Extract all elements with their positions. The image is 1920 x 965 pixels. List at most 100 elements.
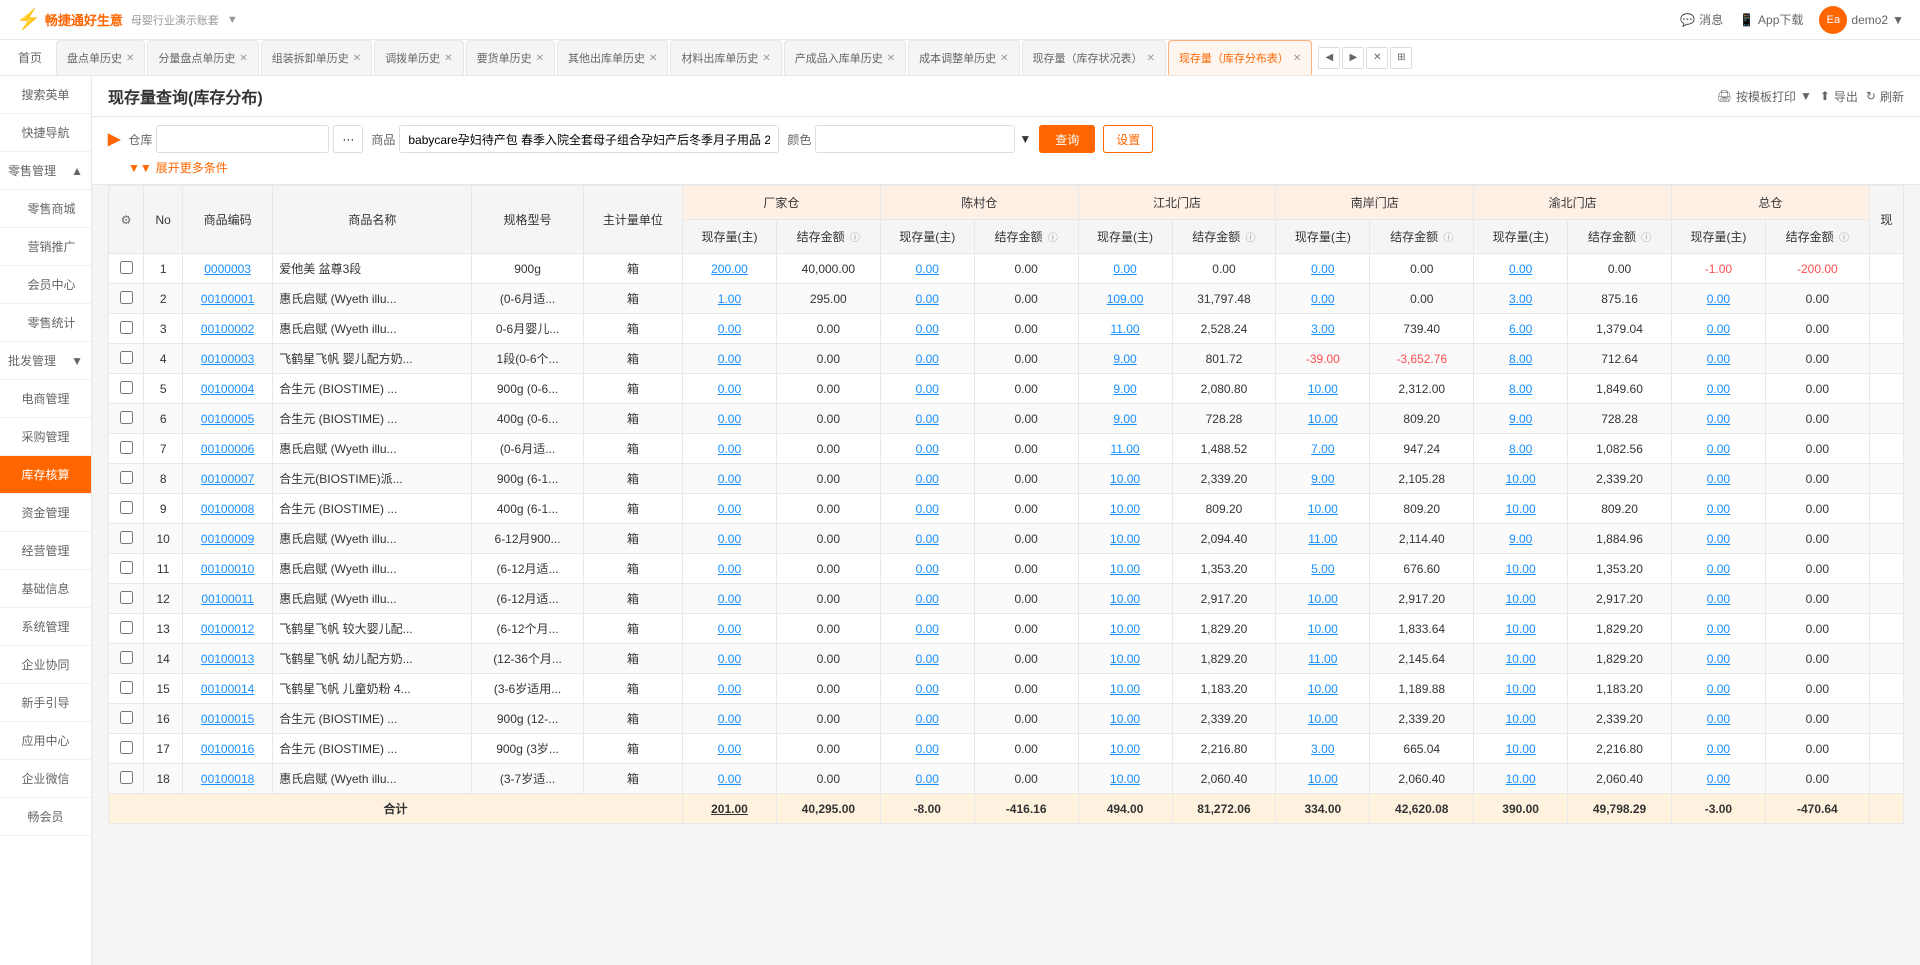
sidebar-item-wecom[interactable]: 企业微信 xyxy=(0,760,91,798)
row-select-checkbox[interactable] xyxy=(120,681,133,694)
close-icon[interactable]: ✕ xyxy=(536,53,544,64)
row-checkbox[interactable] xyxy=(109,734,144,764)
row-total-stock[interactable]: 0.00 xyxy=(1671,524,1765,554)
row-total-stock[interactable]: -1.00 xyxy=(1671,254,1765,284)
row-total-stock[interactable]: 0.00 xyxy=(1671,734,1765,764)
code-link[interactable]: 00100007 xyxy=(201,472,254,486)
user-info[interactable]: Ea demo2 ▼ xyxy=(1819,6,1904,34)
tab-stock-dist[interactable]: 现存量（库存分布表） ✕ xyxy=(1168,40,1312,76)
row-factory-stock[interactable]: 0.00 xyxy=(683,554,777,584)
row-jiangbei-stock[interactable]: 10.00 xyxy=(1078,524,1172,554)
row-chenma-stock[interactable]: 0.00 xyxy=(880,494,974,524)
row-nanan-stock[interactable]: 10.00 xyxy=(1276,704,1370,734)
row-chenma-stock[interactable]: 0.00 xyxy=(880,584,974,614)
row-nanan-stock[interactable]: 3.00 xyxy=(1276,314,1370,344)
row-select-checkbox[interactable] xyxy=(120,771,133,784)
row-nanan-stock[interactable]: 5.00 xyxy=(1276,554,1370,584)
query-button[interactable]: 查询 xyxy=(1039,125,1095,153)
total-amt-info-icon[interactable]: ⓘ xyxy=(1839,233,1849,244)
jiangbei-amt-info-icon[interactable]: ⓘ xyxy=(1246,233,1256,244)
code-link[interactable]: 00100013 xyxy=(201,652,254,666)
row-factory-stock[interactable]: 0.00 xyxy=(683,434,777,464)
row-checkbox[interactable] xyxy=(109,524,144,554)
row-checkbox[interactable] xyxy=(109,674,144,704)
footer-jiangbei-stock[interactable]: 494.00 xyxy=(1078,794,1172,824)
close-icon[interactable]: ✕ xyxy=(649,53,657,64)
row-factory-stock[interactable]: 0.00 xyxy=(683,674,777,704)
row-total-stock[interactable]: 0.00 xyxy=(1671,554,1765,584)
row-nanan-stock[interactable]: 11.00 xyxy=(1276,644,1370,674)
sidebar-item-newguide[interactable]: 新手引导 xyxy=(0,684,91,722)
sidebar-item-finance[interactable]: 资金管理 xyxy=(0,494,91,532)
message-btn[interactable]: 💬 消息 xyxy=(1680,11,1723,28)
tab-requisition-history[interactable]: 要货单历史 ✕ xyxy=(466,40,555,76)
tab-material-out[interactable]: 材料出库单历史 ✕ xyxy=(670,40,781,76)
tab-other-out[interactable]: 其他出库单历史 ✕ xyxy=(557,40,668,76)
print-btn[interactable]: 🖨 按模板打印 ▼ xyxy=(1717,88,1812,105)
row-jiangbei-stock[interactable]: 0.00 xyxy=(1078,254,1172,284)
row-yubeibei-stock[interactable]: 6.00 xyxy=(1474,314,1568,344)
row-select-checkbox[interactable] xyxy=(120,381,133,394)
sidebar-item-system[interactable]: 系统管理 xyxy=(0,608,91,646)
sidebar-item-operations[interactable]: 经营管理 xyxy=(0,532,91,570)
row-checkbox[interactable] xyxy=(109,314,144,344)
row-checkbox[interactable] xyxy=(109,554,144,584)
row-chenma-stock[interactable]: 0.00 xyxy=(880,704,974,734)
row-nanan-stock[interactable]: 0.00 xyxy=(1276,284,1370,314)
row-chenma-stock[interactable]: 0.00 xyxy=(880,374,974,404)
close-icon[interactable]: ✕ xyxy=(239,53,247,64)
row-yubeibei-stock[interactable]: 8.00 xyxy=(1474,374,1568,404)
warehouse-input[interactable] xyxy=(156,125,329,153)
row-select-checkbox[interactable] xyxy=(120,711,133,724)
row-factory-stock[interactable]: 0.00 xyxy=(683,614,777,644)
tab-split-history[interactable]: 分量盘点单历史 ✕ xyxy=(147,40,258,76)
row-select-checkbox[interactable] xyxy=(120,321,133,334)
row-total-stock[interactable]: 0.00 xyxy=(1671,704,1765,734)
row-chenma-stock[interactable]: 0.00 xyxy=(880,614,974,644)
row-select-checkbox[interactable] xyxy=(120,411,133,424)
row-total-stock[interactable]: 0.00 xyxy=(1671,344,1765,374)
row-checkbox[interactable] xyxy=(109,404,144,434)
row-nanan-stock[interactable]: 0.00 xyxy=(1276,254,1370,284)
row-yubeibei-stock[interactable]: 10.00 xyxy=(1474,704,1568,734)
row-total-stock[interactable]: 0.00 xyxy=(1671,374,1765,404)
row-yubeibei-stock[interactable]: 0.00 xyxy=(1474,254,1568,284)
row-factory-stock[interactable]: 0.00 xyxy=(683,344,777,374)
row-chenma-stock[interactable]: 0.00 xyxy=(880,644,974,674)
row-nanan-stock[interactable]: 10.00 xyxy=(1276,584,1370,614)
sidebar-item-appcenter[interactable]: 应用中心 xyxy=(0,722,91,760)
tab-cost-adjust[interactable]: 成本调整单历史 ✕ xyxy=(908,40,1019,76)
code-link[interactable]: 00100009 xyxy=(201,532,254,546)
row-checkbox[interactable] xyxy=(109,704,144,734)
row-yubeibei-stock[interactable]: 10.00 xyxy=(1474,644,1568,674)
tab-stock-status[interactable]: 现存量（库存状况表） ✕ xyxy=(1022,40,1166,76)
row-factory-stock[interactable]: 200.00 xyxy=(683,254,777,284)
row-checkbox[interactable] xyxy=(109,344,144,374)
row-nanan-stock[interactable]: 3.00 xyxy=(1276,734,1370,764)
tab-next-btn[interactable]: ▶ xyxy=(1342,47,1364,69)
sidebar-item-inventory[interactable]: 库存核算 xyxy=(0,456,91,494)
row-nanan-stock[interactable]: 10.00 xyxy=(1276,614,1370,644)
yubeibei-amt-info-icon[interactable]: ⓘ xyxy=(1641,233,1651,244)
sidebar-item-marketing[interactable]: 营销推广 xyxy=(0,228,91,266)
code-link[interactable]: 00100016 xyxy=(201,742,254,756)
row-jiangbei-stock[interactable]: 10.00 xyxy=(1078,644,1172,674)
close-icon[interactable]: ✕ xyxy=(126,53,134,64)
row-jiangbei-stock[interactable]: 10.00 xyxy=(1078,584,1172,614)
row-checkbox[interactable] xyxy=(109,764,144,794)
row-yubeibei-stock[interactable]: 3.00 xyxy=(1474,284,1568,314)
factory-amt-info-icon[interactable]: ⓘ xyxy=(850,233,860,244)
row-checkbox[interactable] xyxy=(109,644,144,674)
row-factory-stock[interactable]: 0.00 xyxy=(683,764,777,794)
row-checkbox[interactable] xyxy=(109,584,144,614)
sidebar-item-retail-stats[interactable]: 零售统计 xyxy=(0,304,91,342)
row-total-stock[interactable]: 0.00 xyxy=(1671,614,1765,644)
row-yubeibei-stock[interactable]: 10.00 xyxy=(1474,464,1568,494)
expand-more-btn[interactable]: ▼▼ 展开更多条件 xyxy=(128,159,1904,176)
close-icon[interactable]: ✕ xyxy=(1293,53,1301,64)
code-link[interactable]: 00100018 xyxy=(201,772,254,786)
row-yubeibei-stock[interactable]: 8.00 xyxy=(1474,344,1568,374)
tab-assembly-history[interactable]: 组装拆卸单历史 ✕ xyxy=(261,40,372,76)
row-total-stock[interactable]: 0.00 xyxy=(1671,284,1765,314)
row-nanan-stock[interactable]: 10.00 xyxy=(1276,674,1370,704)
